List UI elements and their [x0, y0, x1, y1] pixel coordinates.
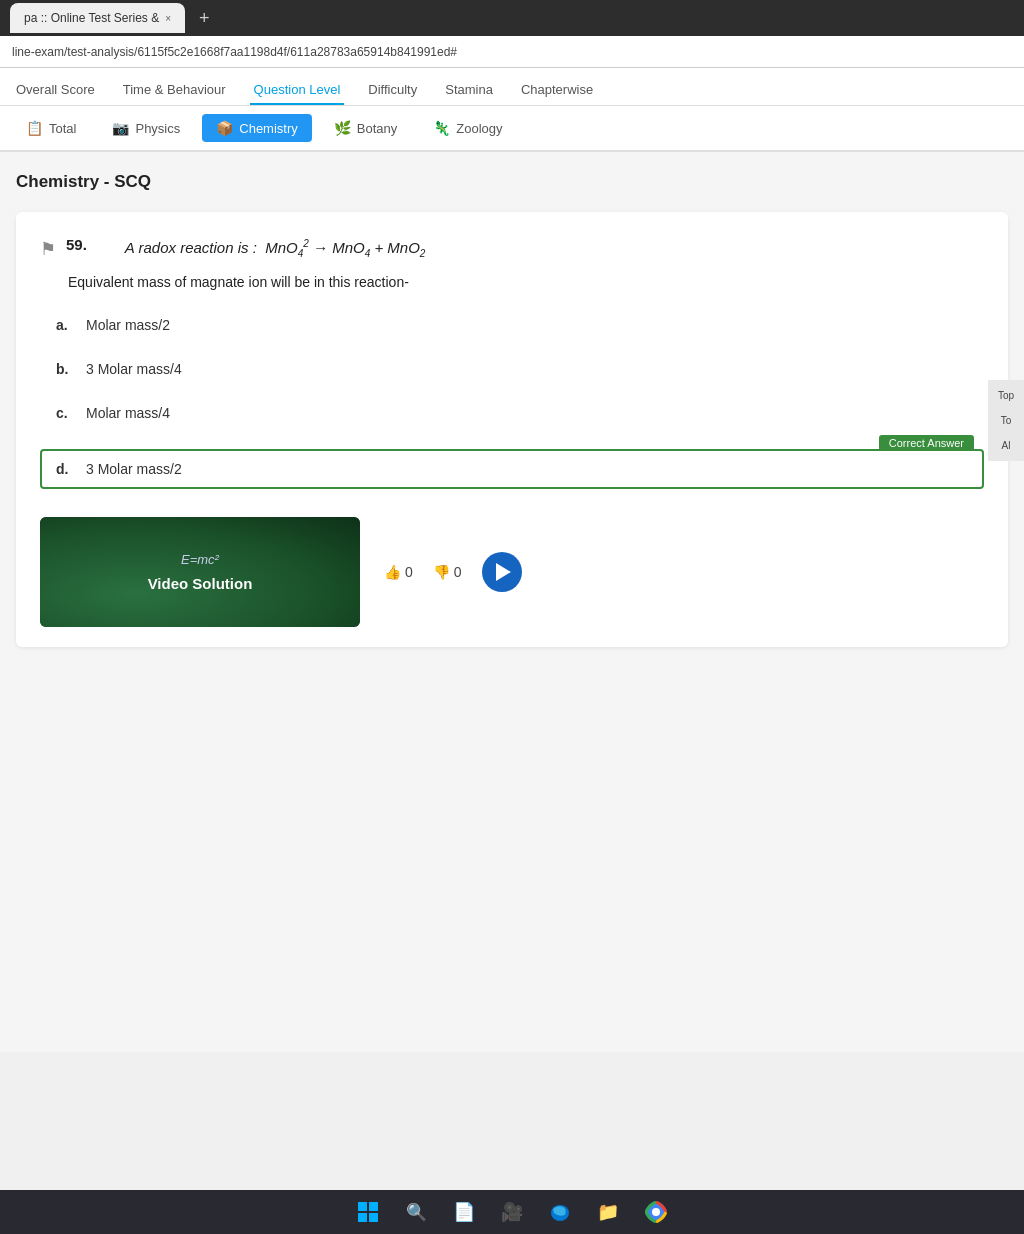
tab-botany[interactable]: 🌿 Botany	[320, 114, 411, 142]
nav-tabs: Overall Score Time & Behaviour Question …	[0, 68, 1024, 106]
question-subtitle: Equivalent mass of magnate ion will be i…	[68, 272, 984, 293]
question-flag-icon: ⚑	[40, 238, 56, 260]
option-b: b. 3 Molar mass/4	[56, 361, 984, 377]
sidebar-all-item[interactable]: Al	[990, 434, 1022, 457]
subject-tabs: 📋 Total 📷 Physics 📦 Chemistry 🌿 Botany 🦎…	[0, 106, 1024, 152]
option-b-label: b.	[56, 361, 76, 377]
video-actions: 👍 0 👎 0	[384, 552, 522, 592]
taskbar-edge-icon[interactable]	[546, 1198, 574, 1226]
tab-difficulty[interactable]: Difficulty	[364, 76, 421, 105]
option-a-text: Molar mass/2	[86, 317, 170, 333]
svg-point-6	[652, 1208, 660, 1216]
option-c-label: c.	[56, 405, 76, 421]
sidebar-to-item[interactable]: To	[990, 409, 1022, 432]
tab-chemistry[interactable]: 📦 Chemistry	[202, 114, 312, 142]
tab-close-button[interactable]: ×	[165, 13, 171, 24]
sidebar-top-item[interactable]: Top	[990, 384, 1022, 407]
taskbar-windows-icon[interactable]	[354, 1198, 382, 1226]
taskbar-chrome-icon[interactable]	[642, 1198, 670, 1226]
new-tab-button[interactable]: +	[193, 6, 216, 31]
like-count: 0	[405, 564, 413, 580]
option-a-label: a.	[56, 317, 76, 333]
video-formula: E=mc²	[181, 552, 219, 567]
tab-total-label: Total	[49, 121, 76, 136]
browser-tab[interactable]: pa :: Online Test Series & ×	[10, 3, 185, 33]
option-c: c. Molar mass/4	[56, 405, 984, 421]
tab-chemistry-label: Chemistry	[239, 121, 298, 136]
svg-rect-2	[358, 1213, 367, 1222]
question-formula-text: A radox reaction is : MnO42 → MnO4 + MnO…	[125, 236, 426, 262]
chemistry-icon: 📦	[216, 120, 233, 136]
option-d: d. 3 Molar mass/2	[40, 449, 984, 489]
option-d-text: 3 Molar mass/2	[86, 461, 182, 477]
total-icon: 📋	[26, 120, 43, 136]
tab-question-level[interactable]: Question Level	[250, 76, 345, 105]
tab-chapterwise[interactable]: Chapterwise	[517, 76, 597, 105]
taskbar-search-icon[interactable]: 🔍	[402, 1198, 430, 1226]
dislike-button[interactable]: 👎 0	[433, 564, 462, 580]
tab-physics-label: Physics	[135, 121, 180, 136]
play-icon	[496, 563, 511, 581]
dislike-count: 0	[454, 564, 462, 580]
question-card: ⚑ 59. A radox reaction is : MnO42 → MnO4…	[16, 212, 1008, 647]
like-button[interactable]: 👍 0	[384, 564, 413, 580]
address-bar[interactable]: line-exam/test-analysis/6115f5c2e1668f7a…	[0, 36, 1024, 68]
tab-zoology-label: Zoology	[456, 121, 502, 136]
option-d-label: d.	[56, 461, 76, 477]
tab-botany-label: Botany	[357, 121, 397, 136]
botany-icon: 🌿	[334, 120, 351, 136]
video-solution-label: Video Solution	[148, 575, 253, 592]
option-b-text: 3 Molar mass/4	[86, 361, 182, 377]
option-c-text: Molar mass/4	[86, 405, 170, 421]
video-thumbnail[interactable]: E=mc² Video Solution	[40, 517, 360, 627]
thumbs-up-icon: 👍	[384, 564, 401, 580]
tab-label: pa :: Online Test Series &	[24, 11, 159, 25]
tab-time-behaviour[interactable]: Time & Behaviour	[119, 76, 230, 105]
taskbar: 🔍 📄 🎥 📁	[0, 1190, 1024, 1234]
play-button[interactable]	[482, 552, 522, 592]
zoology-icon: 🦎	[433, 120, 450, 136]
taskbar-file-icon[interactable]: 📄	[450, 1198, 478, 1226]
tab-zoology[interactable]: 🦎 Zoology	[419, 114, 516, 142]
svg-rect-0	[358, 1202, 367, 1211]
main-content: Chemistry - SCQ ⚑ 59. A radox reaction i…	[0, 152, 1024, 1052]
sidebar-float: Top To Al	[988, 380, 1024, 461]
tab-overall-score[interactable]: Overall Score	[12, 76, 99, 105]
taskbar-camera-icon[interactable]: 🎥	[498, 1198, 526, 1226]
section-title: Chemistry - SCQ	[16, 172, 1008, 192]
taskbar-folder-icon[interactable]: 📁	[594, 1198, 622, 1226]
physics-icon: 📷	[112, 120, 129, 136]
tab-total[interactable]: 📋 Total	[12, 114, 90, 142]
tab-physics[interactable]: 📷 Physics	[98, 114, 194, 142]
question-number: 59.	[66, 236, 87, 253]
tab-stamina[interactable]: Stamina	[441, 76, 497, 105]
question-header: ⚑ 59. A radox reaction is : MnO42 → MnO4…	[40, 236, 984, 266]
option-a: a. Molar mass/2	[56, 317, 984, 333]
video-solution-section: E=mc² Video Solution 👍 0 👎 0	[40, 517, 984, 627]
browser-chrome: pa :: Online Test Series & × +	[0, 0, 1024, 36]
svg-rect-3	[369, 1213, 378, 1222]
thumbs-down-icon: 👎	[433, 564, 450, 580]
url-text: line-exam/test-analysis/6115f5c2e1668f7a…	[12, 45, 457, 59]
svg-rect-1	[369, 1202, 378, 1211]
